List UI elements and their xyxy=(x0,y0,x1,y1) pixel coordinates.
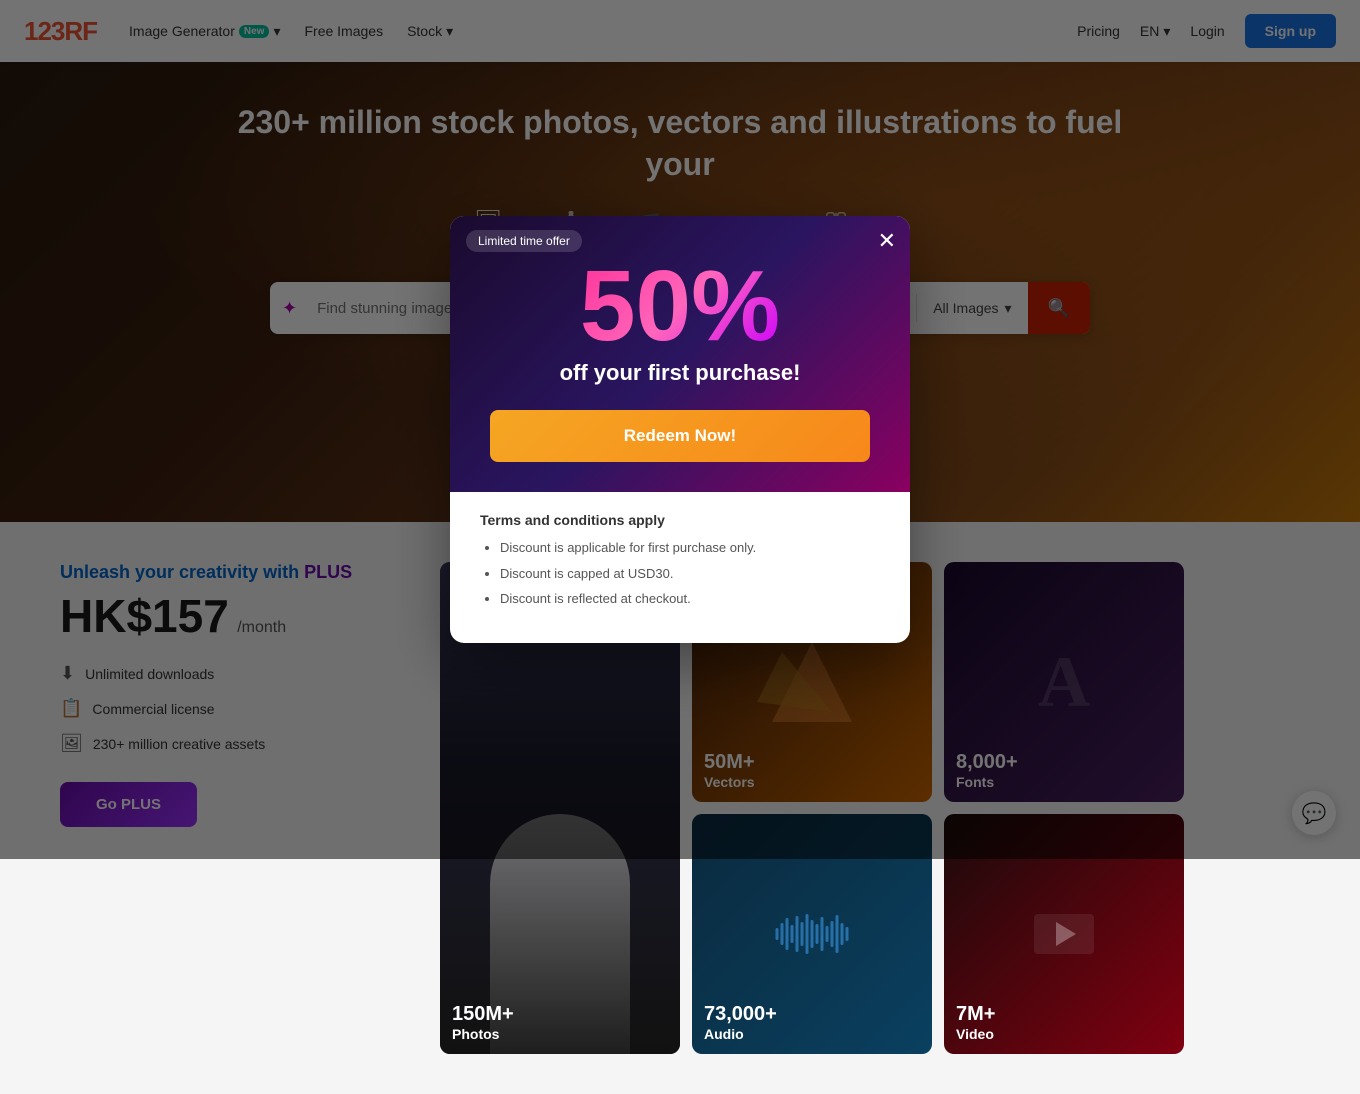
terms-title: Terms and conditions apply xyxy=(480,512,880,528)
audio-type: Audio xyxy=(704,1026,777,1042)
term-item: Discount is reflected at checkout. xyxy=(500,589,880,609)
audio-label: 73,000+ Audio xyxy=(704,1003,777,1042)
limited-offer-badge: Limited time offer xyxy=(466,230,582,252)
audio-count: 73,000+ xyxy=(704,1003,777,1025)
modal-close-button[interactable]: ✕ xyxy=(878,228,896,254)
discount-percent: 50% xyxy=(580,256,780,356)
promo-modal: Limited time offer ✕ 50% off your first … xyxy=(450,216,910,643)
term-item: Discount is capped at USD30. xyxy=(500,564,880,584)
modal-tagline: off your first purchase! xyxy=(560,360,801,386)
video-count: 7M+ xyxy=(956,1003,995,1025)
photos-count: 150M+ xyxy=(452,1003,514,1025)
modal-body: Terms and conditions apply Discount is a… xyxy=(450,492,910,643)
waveform-visualization xyxy=(776,914,849,954)
terms-list: Discount is applicable for first purchas… xyxy=(480,538,880,609)
photos-label: 150M+ Photos xyxy=(452,1003,514,1042)
video-type: Video xyxy=(956,1026,995,1042)
photos-type: Photos xyxy=(452,1026,514,1042)
video-label: 7M+ Video xyxy=(956,1003,995,1042)
redeem-button[interactable]: Redeem Now! xyxy=(490,410,870,462)
modal-overlay[interactable]: Limited time offer ✕ 50% off your first … xyxy=(0,0,1360,859)
modal-banner: Limited time offer ✕ 50% off your first … xyxy=(450,216,910,492)
term-item: Discount is applicable for first purchas… xyxy=(500,538,880,558)
